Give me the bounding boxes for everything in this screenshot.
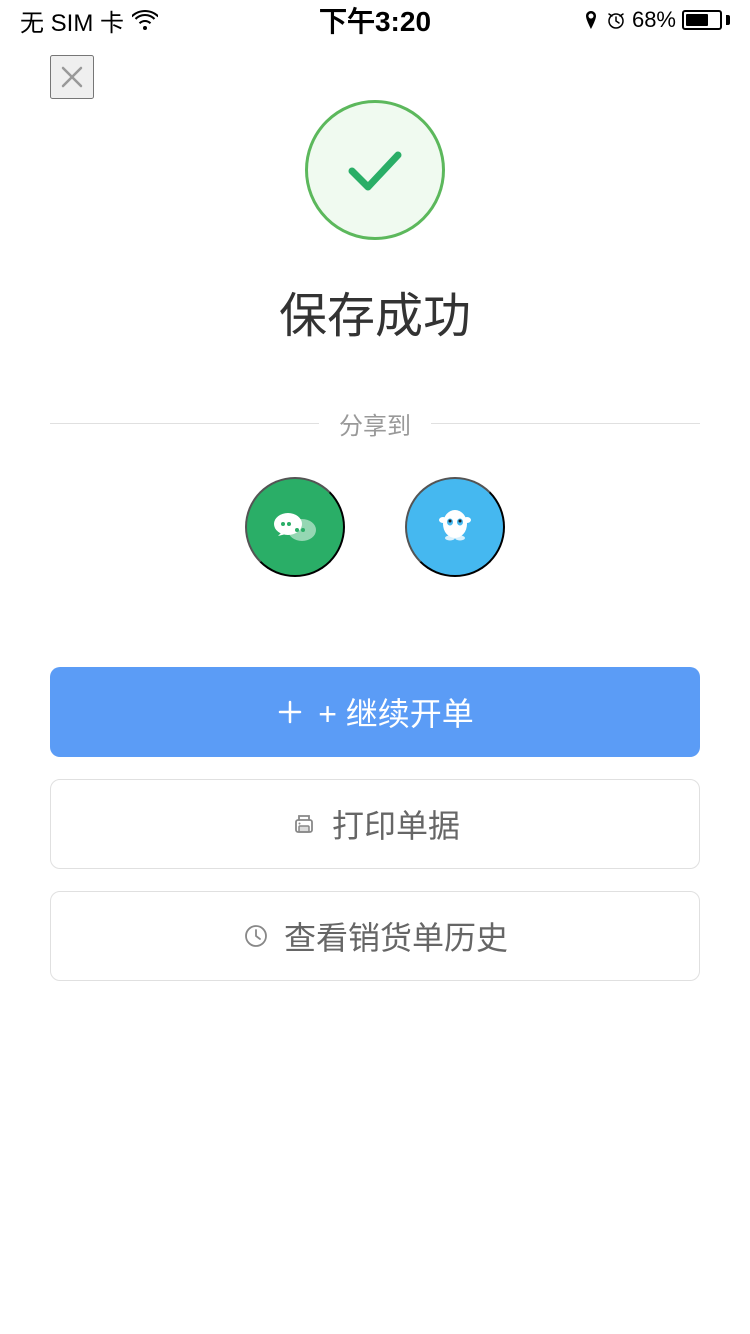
qq-icon — [426, 498, 484, 556]
wechat-share-button[interactable] — [245, 477, 345, 577]
success-icon-circle — [305, 100, 445, 240]
history-label: 查看销货单历史 — [284, 913, 508, 959]
status-time: 下午3:20 — [319, 0, 431, 40]
wifi-icon — [132, 10, 158, 30]
close-icon — [58, 63, 86, 91]
success-title: 保存成功 — [279, 276, 471, 346]
alarm-icon — [606, 10, 626, 30]
location-icon — [582, 11, 600, 29]
actions-section: + 继续开单 打印单据 查看销 — [0, 667, 750, 981]
continue-label: + 继续开单 — [318, 689, 474, 735]
status-bar: 无 SIM 卡 下午3:20 68% — [0, 0, 750, 40]
history-icon — [242, 922, 270, 950]
divider-right — [431, 423, 700, 424]
plus-icon — [276, 698, 304, 726]
checkmark-icon — [340, 135, 410, 205]
battery-icon — [682, 10, 730, 30]
divider-left — [50, 423, 319, 424]
status-left: 无 SIM 卡 — [20, 3, 158, 38]
share-icons — [245, 477, 505, 577]
print-label: 打印单据 — [332, 801, 460, 847]
sim-text: 无 SIM 卡 — [20, 3, 124, 38]
divider-row: 分享到 — [0, 406, 750, 441]
share-section: 分享到 — [0, 406, 750, 597]
share-label: 分享到 — [319, 406, 431, 441]
qq-share-button[interactable] — [405, 477, 505, 577]
continue-button[interactable]: + 继续开单 — [50, 667, 700, 757]
close-button[interactable] — [50, 55, 94, 99]
wechat-icon — [266, 498, 324, 556]
main-content: 保存成功 分享到 — [0, 40, 750, 981]
battery-percent: 68% — [632, 7, 676, 33]
print-icon — [290, 810, 318, 838]
history-button[interactable]: 查看销货单历史 — [50, 891, 700, 981]
status-right: 68% — [582, 7, 730, 33]
print-button[interactable]: 打印单据 — [50, 779, 700, 869]
